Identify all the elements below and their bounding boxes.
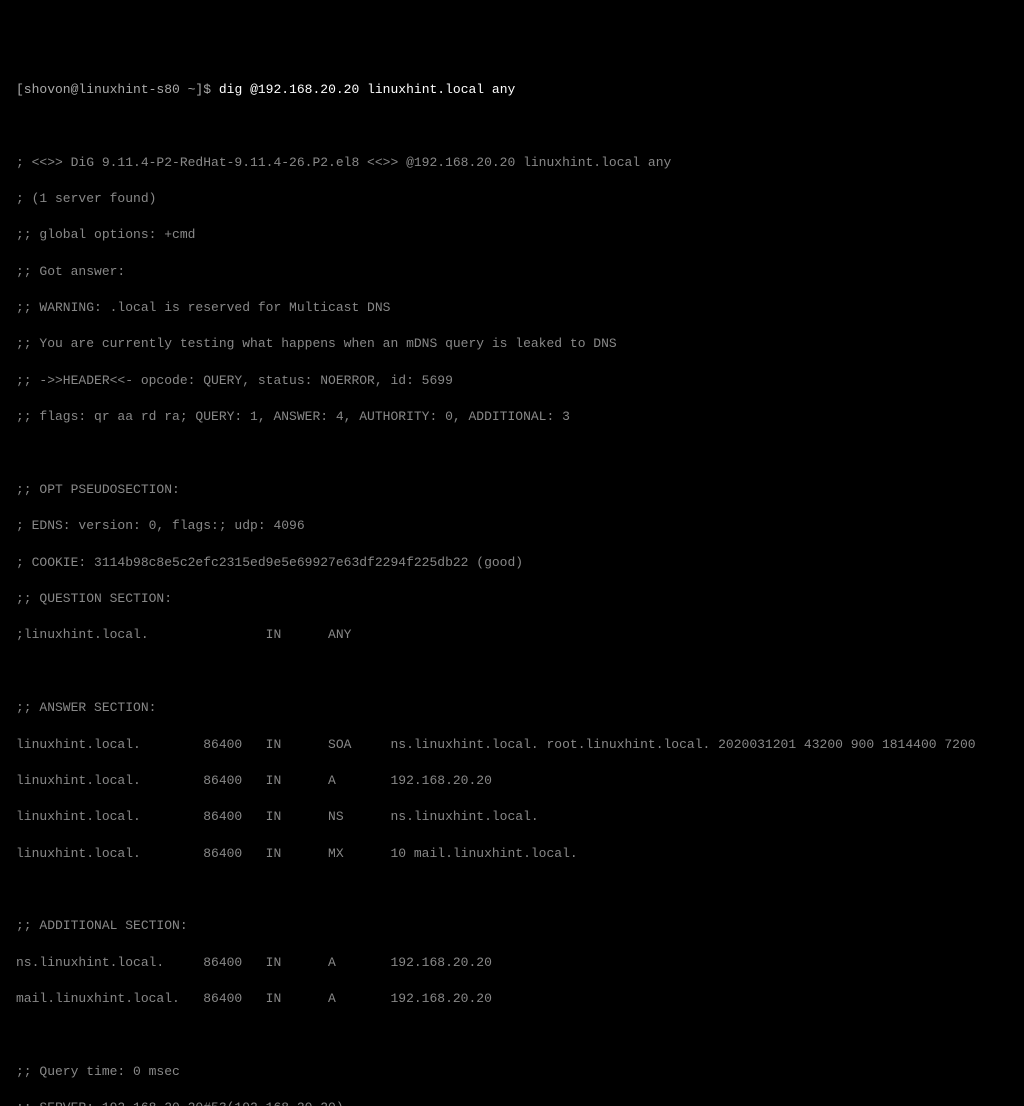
got-answer-line: ;; Got answer: (16, 263, 1008, 281)
blank-line (16, 1027, 1008, 1045)
prompt-user-host: [shovon@linuxhint-s80 ~]$ (16, 82, 211, 97)
answer-row: linuxhint.local. 86400 IN SOA ns.linuxhi… (16, 736, 1008, 754)
entered-command: dig @192.168.20.20 linuxhint.local any (219, 82, 515, 97)
question-row: ;linuxhint.local. IN ANY (16, 626, 1008, 644)
additional-section-title: ;; ADDITIONAL SECTION: (16, 917, 1008, 935)
header-opcode-line: ;; ->>HEADER<<- opcode: QUERY, status: N… (16, 372, 1008, 390)
server-line: ;; SERVER: 192.168.20.20#53(192.168.20.2… (16, 1099, 1008, 1106)
warning-2-line: ;; You are currently testing what happen… (16, 335, 1008, 353)
answer-section-title: ;; ANSWER SECTION: (16, 699, 1008, 717)
answer-row: linuxhint.local. 86400 IN NS ns.linuxhin… (16, 808, 1008, 826)
query-time-line: ;; Query time: 0 msec (16, 1063, 1008, 1081)
additional-row: ns.linuxhint.local. 86400 IN A 192.168.2… (16, 954, 1008, 972)
additional-row: mail.linuxhint.local. 86400 IN A 192.168… (16, 990, 1008, 1008)
blank-line (16, 663, 1008, 681)
opt-section-title: ;; OPT PSEUDOSECTION: (16, 481, 1008, 499)
answer-row: linuxhint.local. 86400 IN A 192.168.20.2… (16, 772, 1008, 790)
blank-line (16, 117, 1008, 135)
dig-version-line: ; <<>> DiG 9.11.4-P2-RedHat-9.11.4-26.P2… (16, 154, 1008, 172)
global-options-line: ;; global options: +cmd (16, 226, 1008, 244)
flags-line: ;; flags: qr aa rd ra; QUERY: 1, ANSWER:… (16, 408, 1008, 426)
cookie-line: ; COOKIE: 3114b98c8e5c2efc2315ed9e5e6992… (16, 554, 1008, 572)
prompt-line-1[interactable]: [shovon@linuxhint-s80 ~]$ dig @192.168.2… (16, 81, 1008, 99)
question-section-title: ;; QUESTION SECTION: (16, 590, 1008, 608)
blank-line (16, 445, 1008, 463)
blank-line (16, 881, 1008, 899)
servers-found-line: ; (1 server found) (16, 190, 1008, 208)
answer-row: linuxhint.local. 86400 IN MX 10 mail.lin… (16, 845, 1008, 863)
warning-1-line: ;; WARNING: .local is reserved for Multi… (16, 299, 1008, 317)
edns-line: ; EDNS: version: 0, flags:; udp: 4096 (16, 517, 1008, 535)
